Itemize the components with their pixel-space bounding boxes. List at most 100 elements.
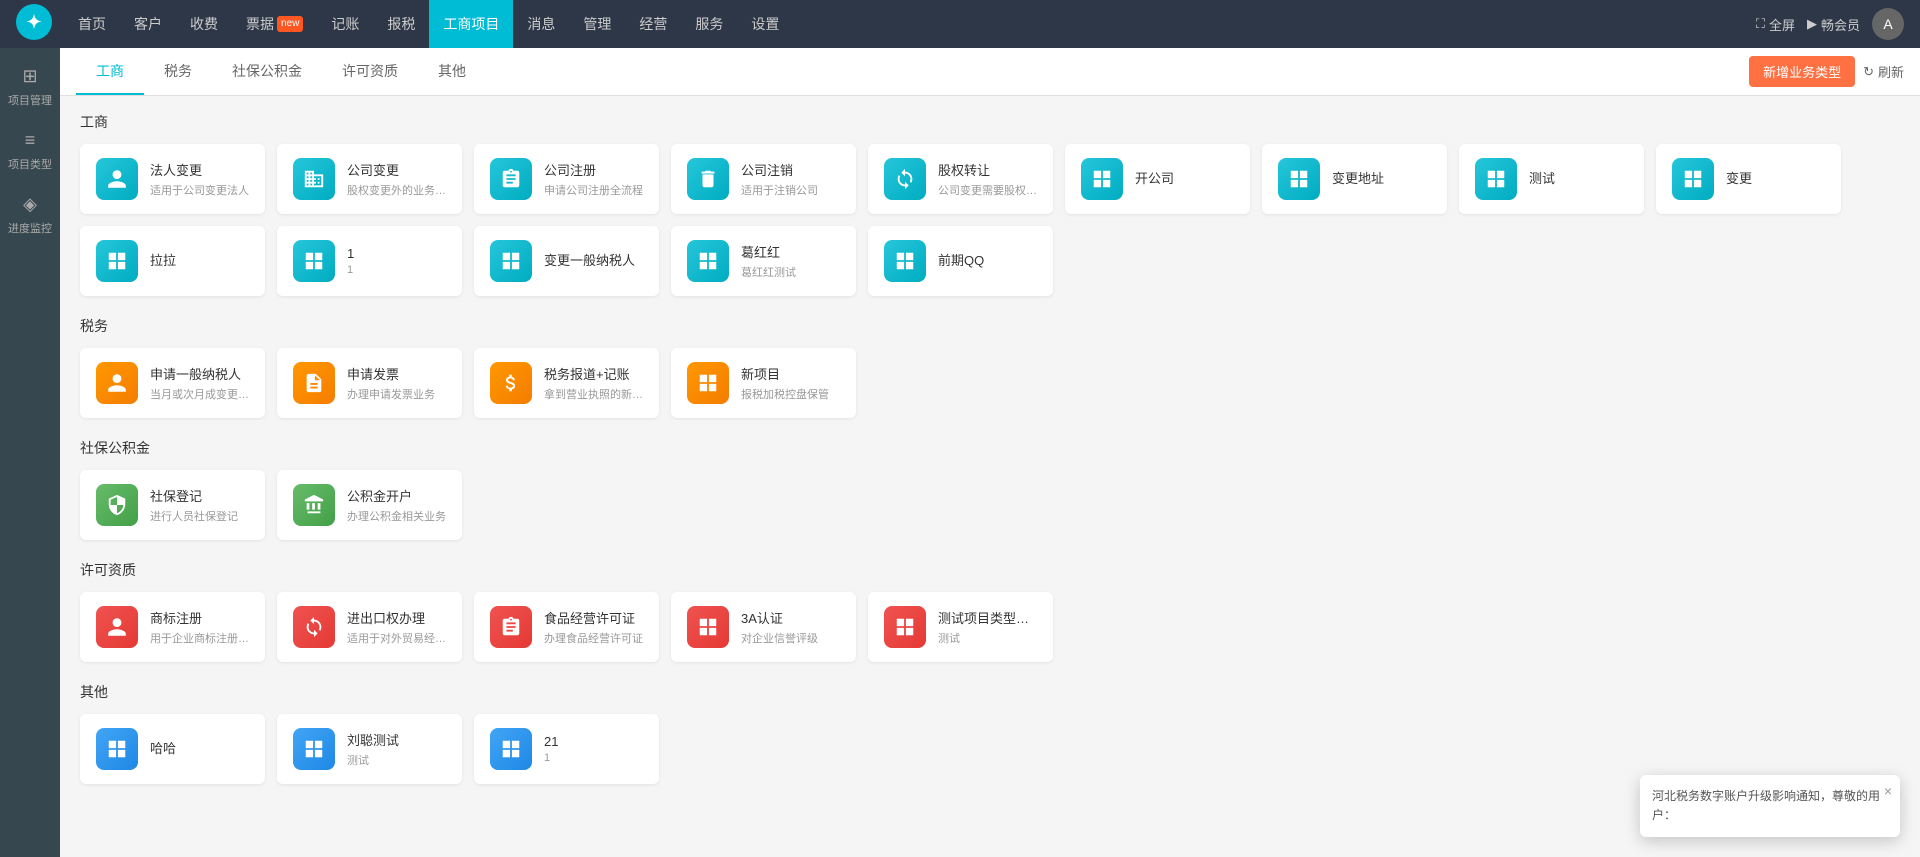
- card-text: 公积金开户办理公积金相关业务: [347, 486, 446, 524]
- tab-许可资质[interactable]: 许可资质: [322, 48, 418, 95]
- sidebar-label: 项目类型: [8, 156, 52, 172]
- card-食品经营许可证[interactable]: 食品经营许可证办理食品经营许可证: [474, 592, 659, 662]
- nav-item-首页[interactable]: 首页: [64, 0, 120, 48]
- cards-grid: 哈哈刘聪测试测试211: [80, 714, 1900, 784]
- section-税务: 税务申请一般纳税人当月或次月成变更完成申请发票办理申请发票业务税务报道+记账拿到…: [80, 316, 1900, 418]
- card-name: 新项目: [741, 364, 840, 383]
- card-21[interactable]: 211: [474, 714, 659, 784]
- card-申请一般纳税人[interactable]: 申请一般纳税人当月或次月成变更完成: [80, 348, 265, 418]
- card-进出口权办理[interactable]: 进出口权办理适用于对外贸易经营者: [277, 592, 462, 662]
- member-icon: ▶: [1807, 16, 1817, 32]
- card-商标注册[interactable]: 商标注册用于企业商标注册服务: [80, 592, 265, 662]
- card-icon: [1278, 158, 1320, 200]
- card-text: 食品经营许可证办理食品经营许可证: [544, 608, 643, 646]
- card-公司注销[interactable]: 公司注销适用于注销公司: [671, 144, 856, 214]
- card-name: 公积金开户: [347, 486, 446, 505]
- card-测试[interactable]: 测试: [1459, 144, 1644, 214]
- card-icon: [490, 728, 532, 770]
- nav-item-设置[interactable]: 设置: [737, 0, 793, 48]
- tab-税务[interactable]: 税务: [144, 48, 212, 95]
- card-社保登记[interactable]: 社保登记进行人员社保登记: [80, 470, 265, 540]
- card-股权转让[interactable]: 股权转让公司变更需要股权转让: [868, 144, 1053, 214]
- nav-item-报税[interactable]: 报税: [373, 0, 429, 48]
- card-开公司[interactable]: 开公司: [1065, 144, 1250, 214]
- card-公司变更[interactable]: 公司变更股权变更外的业务变更: [277, 144, 462, 214]
- card-公积金开户[interactable]: 公积金开户办理公积金相关业务: [277, 470, 462, 540]
- card-拉拉[interactable]: 拉拉: [80, 226, 265, 296]
- card-desc: 办理公积金相关业务: [347, 508, 446, 524]
- card-刘聪测试[interactable]: 刘聪测试测试: [277, 714, 462, 784]
- sidebar-item-项目类型[interactable]: ≡ 项目类型: [2, 120, 58, 180]
- card-name: 哈哈: [150, 738, 249, 757]
- card-name: 开公司: [1135, 168, 1234, 187]
- card-公司注册[interactable]: 公司注册申请公司注册全流程: [474, 144, 659, 214]
- nav-item-消息[interactable]: 消息: [513, 0, 569, 48]
- sidebar-icon: ≡: [18, 128, 42, 152]
- card-text: 哈哈: [150, 738, 249, 760]
- nav-item-记账[interactable]: 记账: [317, 0, 373, 48]
- card-法人变更[interactable]: 法人变更适用于公司变更法人: [80, 144, 265, 214]
- nav-item-票据[interactable]: 票据new: [232, 0, 317, 48]
- cards-grid: 法人变更适用于公司变更法人公司变更股权变更外的业务变更公司注册申请公司注册全流程…: [80, 144, 1900, 296]
- card-text: 社保登记进行人员社保登记: [150, 486, 249, 524]
- sidebar-label: 进度监控: [8, 220, 52, 236]
- card-变更[interactable]: 变更: [1656, 144, 1841, 214]
- card-icon: [884, 158, 926, 200]
- member-button[interactable]: ▶ 畅会员: [1807, 15, 1860, 34]
- card-name: 食品经营许可证: [544, 608, 643, 627]
- card-变更一般纳税人[interactable]: 变更一般纳税人: [474, 226, 659, 296]
- avatar[interactable]: A: [1872, 8, 1904, 40]
- card-desc: 用于企业商标注册服务: [150, 630, 249, 646]
- refresh-button[interactable]: ↻ 刷新: [1863, 62, 1904, 81]
- notification-close-button[interactable]: ×: [1884, 783, 1892, 799]
- card-测试项目类型自定义[interactable]: 测试项目类型自定义测试: [868, 592, 1053, 662]
- card-name: 社保登记: [150, 486, 249, 505]
- card-desc: 1: [347, 264, 446, 276]
- card-desc: 测试: [347, 752, 446, 768]
- sidebar: ⊞项目管理 ≡ 项目类型 ◈进度监控: [0, 48, 60, 857]
- card-变更地址[interactable]: 变更地址: [1262, 144, 1447, 214]
- card-name: 测试: [1529, 168, 1628, 187]
- card-desc: 公司变更需要股权转让: [938, 182, 1037, 198]
- sidebar-item-项目管理[interactable]: ⊞项目管理: [2, 56, 58, 116]
- nav-item-客户[interactable]: 客户: [120, 0, 176, 48]
- tab-其他[interactable]: 其他: [418, 48, 486, 95]
- nav-item-服务[interactable]: 服务: [681, 0, 737, 48]
- tab-工商[interactable]: 工商: [76, 48, 144, 95]
- card-icon: [687, 362, 729, 404]
- svg-text:✦: ✦: [26, 12, 41, 32]
- new-type-button[interactable]: 新增业务类型: [1749, 56, 1855, 87]
- nav-item-经营[interactable]: 经营: [625, 0, 681, 48]
- card-icon: [1672, 158, 1714, 200]
- cards-grid: 申请一般纳税人当月或次月成变更完成申请发票办理申请发票业务税务报道+记账拿到营业…: [80, 348, 1900, 418]
- card-3A认证[interactable]: 3A认证对企业信誉评级: [671, 592, 856, 662]
- card-新项目[interactable]: 新项目报税加税控盘保管: [671, 348, 856, 418]
- card-葛红红[interactable]: 葛红红葛红红测试: [671, 226, 856, 296]
- card-icon: [293, 484, 335, 526]
- section-title: 许可资质: [80, 560, 1900, 580]
- card-哈哈[interactable]: 哈哈: [80, 714, 265, 784]
- card-text: 3A认证对企业信誉评级: [741, 608, 840, 646]
- nav-item-工商项目[interactable]: 工商项目: [429, 0, 513, 48]
- card-icon: [96, 362, 138, 404]
- nav-item-收费[interactable]: 收费: [176, 0, 232, 48]
- card-desc: 申请公司注册全流程: [544, 182, 643, 198]
- sidebar-label: 项目管理: [8, 92, 52, 108]
- card-前期QQ[interactable]: 前期QQ: [868, 226, 1053, 296]
- card-name: 刘聪测试: [347, 730, 446, 749]
- card-icon: [293, 362, 335, 404]
- fullscreen-button[interactable]: ⛶ 全屏: [1756, 15, 1795, 34]
- tab-社保公积金[interactable]: 社保公积金: [212, 48, 322, 95]
- card-name: 进出口权办理: [347, 608, 446, 627]
- card-申请发票[interactable]: 申请发票办理申请发票业务: [277, 348, 462, 418]
- card-icon: [96, 484, 138, 526]
- sidebar-item-进度监控[interactable]: ◈进度监控: [2, 184, 58, 244]
- card-text: 11: [347, 246, 446, 276]
- card-name: 前期QQ: [938, 250, 1037, 269]
- card-1[interactable]: 11: [277, 226, 462, 296]
- card-text: 公司注销适用于注销公司: [741, 160, 840, 198]
- nav-item-管理[interactable]: 管理: [569, 0, 625, 48]
- card-税务报道+记账[interactable]: 税务报道+记账拿到营业执照的新公司: [474, 348, 659, 418]
- card-icon: [96, 240, 138, 282]
- card-text: 葛红红葛红红测试: [741, 242, 840, 280]
